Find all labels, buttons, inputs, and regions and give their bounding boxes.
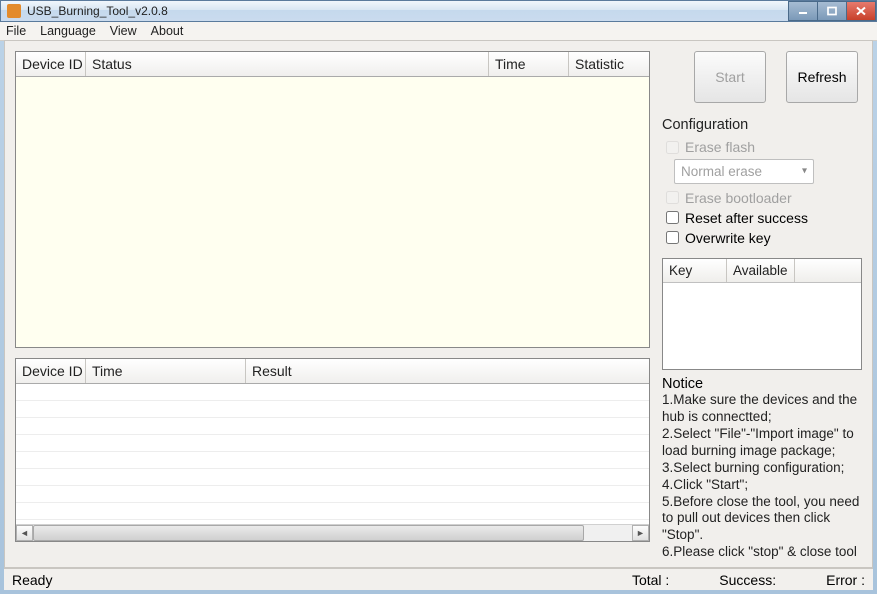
status-ready: Ready	[12, 572, 632, 588]
col-device-id[interactable]: Device ID	[16, 52, 86, 76]
erase-bootloader-label: Erase bootloader	[685, 190, 792, 206]
menu-view[interactable]: View	[110, 24, 137, 38]
overwrite-key-checkbox[interactable]	[666, 231, 679, 244]
col-status[interactable]: Status	[86, 52, 489, 76]
menu-language[interactable]: Language	[40, 24, 96, 38]
result-table: Device ID Time Result ◄ ►	[15, 358, 650, 542]
menubar: File Language View About	[0, 22, 877, 41]
erase-flash-checkbox[interactable]	[666, 141, 679, 154]
key-table: Key Available	[662, 258, 862, 370]
minimize-button[interactable]	[788, 1, 818, 21]
menu-file[interactable]: File	[6, 24, 26, 38]
scroll-left-icon[interactable]: ◄	[16, 525, 33, 541]
status-error: Error :	[826, 572, 865, 588]
erase-bootloader-checkbox[interactable]	[666, 191, 679, 204]
reset-after-checkbox[interactable]	[666, 211, 679, 224]
erase-flash-label: Erase flash	[685, 139, 755, 155]
device-table-body	[16, 77, 649, 347]
device-table: Device ID Status Time Statistic	[15, 51, 650, 348]
maximize-button[interactable]	[817, 1, 847, 21]
titlebar: USB_Burning_Tool_v2.0.8	[0, 0, 877, 22]
reset-after-label: Reset after success	[685, 210, 808, 226]
col-time[interactable]: Time	[489, 52, 569, 76]
app-icon	[7, 4, 21, 18]
window-title: USB_Burning_Tool_v2.0.8	[27, 4, 783, 18]
col-key[interactable]: Key	[663, 259, 727, 282]
statusbar: Ready Total : Success: Error :	[4, 568, 873, 590]
status-success: Success:	[719, 572, 776, 588]
start-button[interactable]: Start	[694, 51, 766, 103]
result-table-body	[16, 384, 649, 524]
col-rresult[interactable]: Result	[246, 359, 649, 383]
refresh-button[interactable]: Refresh	[786, 51, 858, 103]
close-button[interactable]	[846, 1, 876, 21]
col-rdevice-id[interactable]: Device ID	[16, 359, 86, 383]
horizontal-scrollbar[interactable]: ◄ ►	[16, 524, 649, 541]
erase-mode-value: Normal erase	[681, 164, 762, 179]
overwrite-key-label: Overwrite key	[685, 230, 771, 246]
erase-mode-select[interactable]: Normal erase ▾	[674, 159, 814, 184]
menu-about[interactable]: About	[151, 24, 184, 38]
notice-text: 1.Make sure the devices and the hub is c…	[662, 392, 862, 561]
notice-heading: Notice	[662, 376, 862, 392]
chevron-down-icon: ▾	[802, 166, 807, 177]
col-available[interactable]: Available	[727, 259, 795, 282]
config-heading: Configuration	[662, 117, 862, 133]
col-statistic[interactable]: Statistic	[569, 52, 649, 76]
scroll-right-icon[interactable]: ►	[632, 525, 649, 541]
col-rtime[interactable]: Time	[86, 359, 246, 383]
status-total: Total :	[632, 572, 669, 588]
